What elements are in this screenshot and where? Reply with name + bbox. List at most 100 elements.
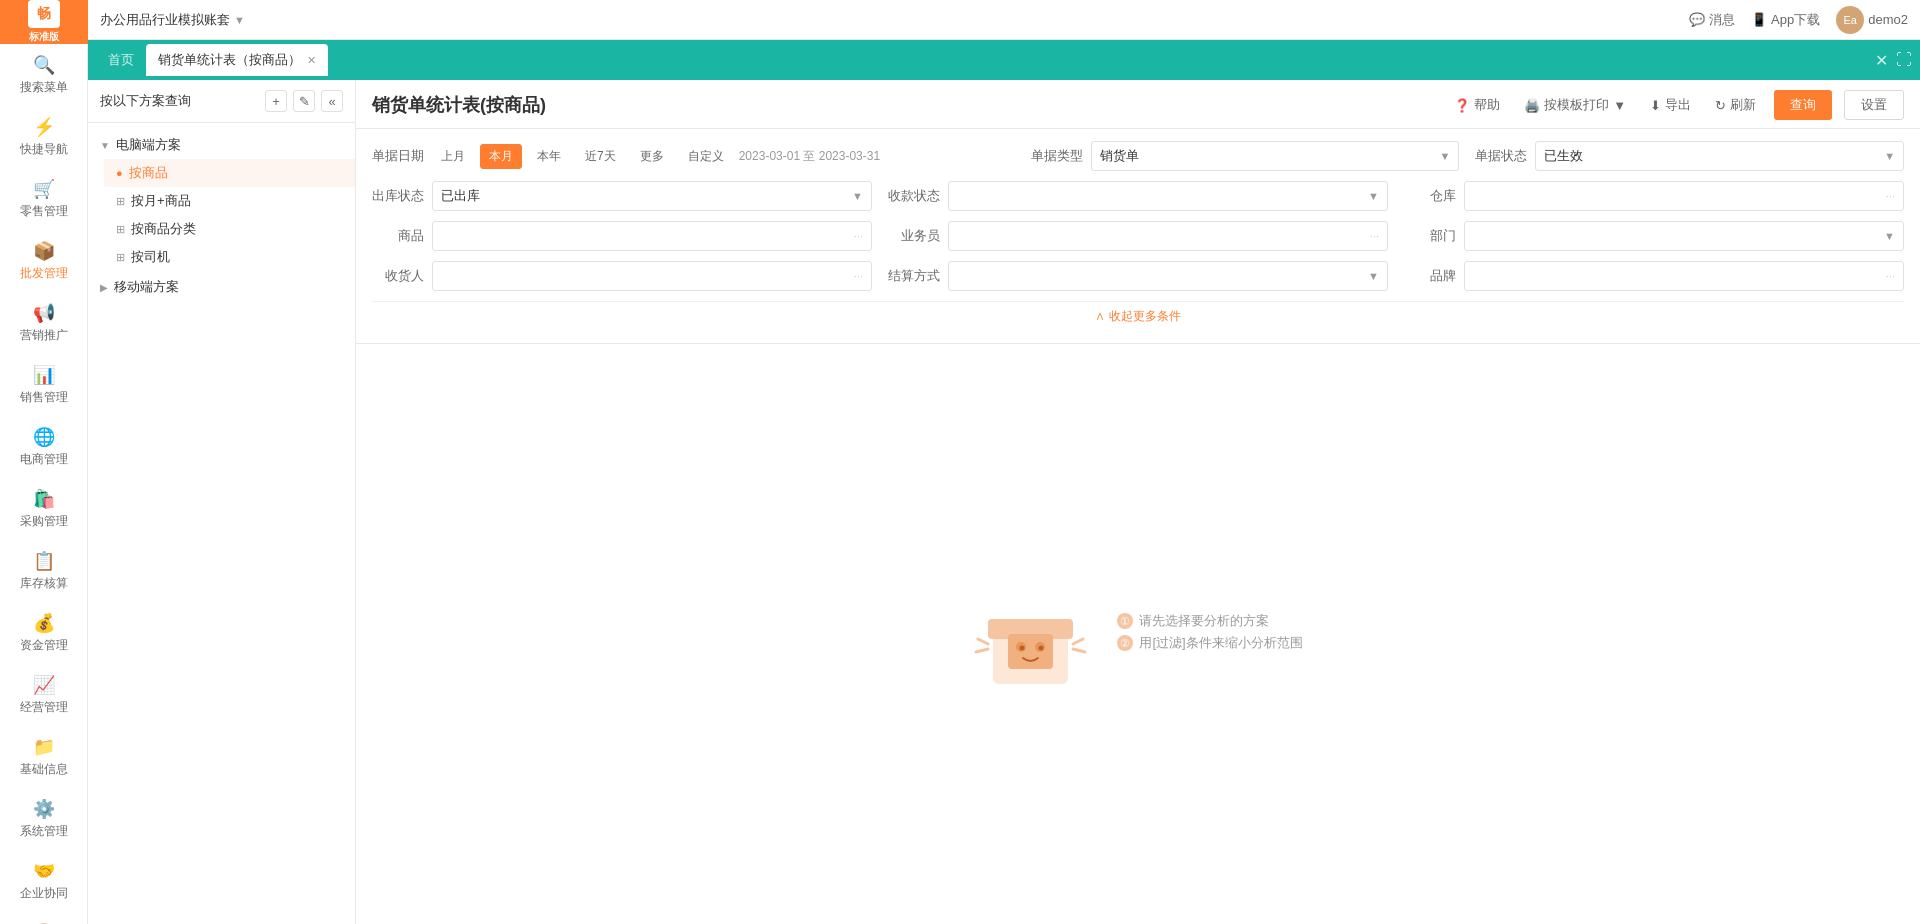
scheme-icon: ⊞ — [116, 195, 125, 208]
sidebar-item-label: 库存核算 — [20, 575, 68, 592]
date-btn-last-7-days[interactable]: 近7天 — [576, 144, 625, 169]
scheme-by-month-product[interactable]: ⊞ 按月+商品 — [104, 187, 355, 215]
payment-status-select[interactable]: ▼ — [948, 181, 1388, 211]
filter-salesperson: 业务员 ··· — [888, 221, 1388, 251]
salesperson-select[interactable]: ··· — [948, 221, 1388, 251]
app-logo[interactable]: 畅 标准版 — [0, 0, 88, 44]
date-filter-label: 单据日期 — [372, 147, 424, 165]
recipient-label: 收货人 — [372, 267, 424, 285]
finance-icon: 💰 — [33, 612, 55, 634]
doc-type-select[interactable]: 销货单 ▼ — [1091, 141, 1460, 171]
doc-type-arrow-icon: ▼ — [1440, 150, 1451, 162]
mobile-scheme-parent[interactable]: ▶ 移动端方案 — [88, 273, 355, 301]
export-button[interactable]: ⬇ 导出 — [1644, 92, 1697, 118]
warehouse-label: 仓库 — [1404, 187, 1456, 205]
salesperson-label: 业务员 — [888, 227, 940, 245]
sidebar-item-quick[interactable]: ⚡ 快捷导航 — [0, 106, 88, 168]
workspace-dropdown-icon[interactable]: ▼ — [234, 14, 245, 26]
out-status-select[interactable]: 已出库 ▼ — [432, 181, 872, 211]
add-scheme-button[interactable]: + — [265, 90, 287, 112]
recipient-select[interactable]: ··· — [432, 261, 872, 291]
export-icon: ⬇ — [1650, 98, 1661, 113]
sidebar-item-label: 零售管理 — [20, 203, 68, 220]
scheme-by-cashier[interactable]: ⊞ 按司机 — [104, 243, 355, 271]
empty-hint-1: ① 请先选择要分析的方案 — [1117, 612, 1302, 630]
filter-product: 商品 ··· — [372, 221, 872, 251]
scheme-icon: ⊞ — [116, 251, 125, 264]
payment-status-label: 收款状态 — [888, 187, 940, 205]
scheme-label: 按商品 — [129, 164, 168, 182]
filter-row-4: 收货人 ··· 结算方式 ▼ 品牌 — [372, 261, 1904, 291]
message-button[interactable]: 💬 消息 — [1689, 11, 1735, 29]
filter-doc-status: 单据状态 已生效 ▼ — [1475, 141, 1904, 171]
collapse-panel-button[interactable]: « — [321, 90, 343, 112]
sidebar-item-system[interactable]: ⚙️ 系统管理 — [0, 788, 88, 850]
tab-controls: ✕ ⛶ — [1875, 51, 1912, 70]
doc-status-value: 已生效 — [1544, 147, 1880, 165]
payment-method-label: 结算方式 — [888, 267, 940, 285]
download-icon: 📱 — [1751, 12, 1767, 27]
warehouse-select[interactable]: ··· — [1464, 181, 1904, 211]
sidebar-item-guide[interactable]: 🎯 新手引导 — [0, 912, 88, 924]
tab-maximize-button[interactable]: ⛶ — [1896, 51, 1912, 69]
empty-svg — [973, 574, 1093, 694]
date-btn-this-month[interactable]: 本月 — [480, 144, 522, 169]
filter-recipient: 收货人 ··· — [372, 261, 872, 291]
sidebar-item-wholesale[interactable]: 📦 批发管理 — [0, 230, 88, 292]
ecom-icon: 🌐 — [33, 426, 55, 448]
date-btn-custom[interactable]: 自定义 — [679, 144, 733, 169]
sidebar-item-operation[interactable]: 📈 经营管理 — [0, 664, 88, 726]
sidebar-item-sales[interactable]: 📊 销售管理 — [0, 354, 88, 416]
sidebar-item-purchase[interactable]: 🛍️ 采购管理 — [0, 478, 88, 540]
sidebar-item-basic[interactable]: 📁 基础信息 — [0, 726, 88, 788]
sidebar-item-finance[interactable]: 💰 资金管理 — [0, 602, 88, 664]
brand-more-icon: ··· — [1886, 270, 1895, 282]
payment-method-arrow-icon: ▼ — [1368, 270, 1379, 282]
sidebar-item-label: 采购管理 — [20, 513, 68, 530]
edit-scheme-button[interactable]: ✎ — [293, 90, 315, 112]
sidebar-item-label: 快捷导航 — [20, 141, 68, 158]
query-button[interactable]: 查询 — [1774, 90, 1832, 120]
filter-payment-status: 收款状态 ▼ — [888, 181, 1388, 211]
sidebar-item-retail[interactable]: 🛒 零售管理 — [0, 168, 88, 230]
date-btn-more[interactable]: 更多 — [631, 144, 673, 169]
sidebar-item-marketing[interactable]: 📢 营销推广 — [0, 292, 88, 354]
settings-button[interactable]: 设置 — [1844, 90, 1904, 120]
refresh-button[interactable]: ↻ 刷新 — [1709, 92, 1762, 118]
inventory-icon: 📋 — [33, 550, 55, 572]
sales-icon: 📊 — [33, 364, 55, 386]
help-button[interactable]: ❓ 帮助 — [1448, 92, 1506, 118]
mobile-scheme-group: ▶ 移动端方案 — [88, 273, 355, 301]
sidebar-item-inventory[interactable]: 📋 库存核算 — [0, 540, 88, 602]
out-status-label: 出库状态 — [372, 187, 424, 205]
app-download-button[interactable]: 📱 App下载 — [1751, 11, 1820, 29]
doc-status-select[interactable]: 已生效 ▼ — [1535, 141, 1904, 171]
workspace-title: 办公用品行业模拟账套 ▼ — [100, 11, 245, 29]
tab-close-window-button[interactable]: ✕ — [1875, 51, 1888, 70]
scheme-tree: ▼ 电脑端方案 ● 按商品 ⊞ 按月+商品 ⊞ — [88, 123, 355, 924]
sidebar-item-coop[interactable]: 🤝 企业协同 — [0, 850, 88, 912]
sidebar-item-ecom[interactable]: 🌐 电商管理 — [0, 416, 88, 478]
payment-method-select[interactable]: ▼ — [948, 261, 1388, 291]
print-button[interactable]: 🖨️ 按模板打印 ▼ — [1518, 92, 1632, 118]
date-btn-last-month[interactable]: 上月 — [432, 144, 474, 169]
page-header: 销货单统计表(按商品) ❓ 帮助 🖨️ 按模板打印 ▼ ⬇ 导出 — [356, 80, 1920, 129]
doc-status-label: 单据状态 — [1475, 147, 1527, 165]
scheme-by-product-category[interactable]: ⊞ 按商品分类 — [104, 215, 355, 243]
sidebar-item-search[interactable]: 🔍 搜索菜单 — [0, 44, 88, 106]
operation-icon: 📈 — [33, 674, 55, 696]
product-select[interactable]: ··· — [432, 221, 872, 251]
print-dropdown-icon[interactable]: ▼ — [1613, 98, 1626, 113]
help-icon: ❓ — [1454, 98, 1470, 113]
tab-report[interactable]: 销货单统计表（按商品） ✕ — [146, 44, 328, 76]
user-menu[interactable]: Ea demo2 — [1836, 6, 1908, 34]
date-btn-this-year[interactable]: 本年 — [528, 144, 570, 169]
tab-close-icon[interactable]: ✕ — [307, 54, 316, 67]
out-status-value: 已出库 — [441, 187, 848, 205]
department-select[interactable]: ▼ — [1464, 221, 1904, 251]
scheme-by-product[interactable]: ● 按商品 — [104, 159, 355, 187]
tab-home[interactable]: 首页 — [96, 44, 146, 76]
pc-scheme-parent[interactable]: ▼ 电脑端方案 — [88, 131, 355, 159]
collapse-filter-button[interactable]: ∧ 收起更多条件 — [372, 301, 1904, 331]
brand-select[interactable]: ··· — [1464, 261, 1904, 291]
